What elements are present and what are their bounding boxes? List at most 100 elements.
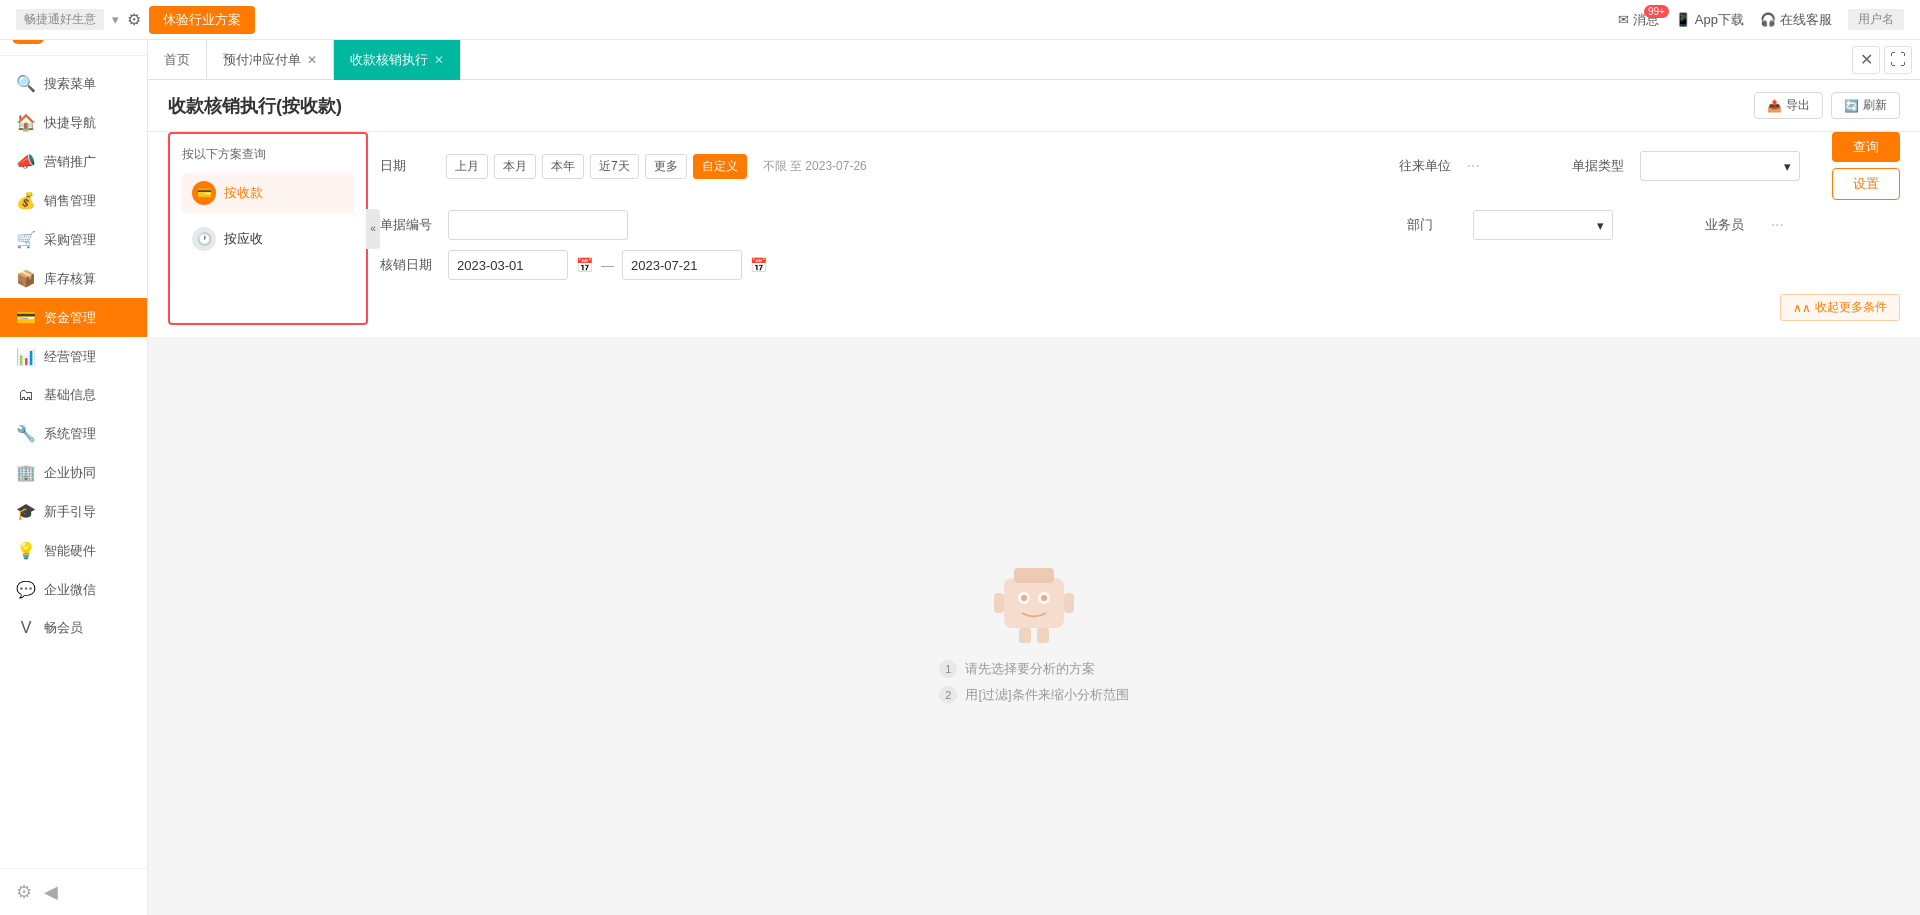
tab-prepay[interactable]: 预付冲应付单 ✕ <box>207 40 334 80</box>
settings-button[interactable]: 设置 <box>1832 168 1900 200</box>
message-button[interactable]: ✉ 消息 99+ <box>1618 11 1659 29</box>
collapse-up-icon: ∧∧ <box>1793 301 1811 315</box>
sidebar-item-hardware[interactable]: 💡 智能硬件 <box>0 531 147 570</box>
dropdown-arrow-icon[interactable]: ▾ <box>112 12 119 27</box>
tab-home[interactable]: 首页 <box>148 40 207 80</box>
online-service-button[interactable]: 🎧 在线客服 <box>1760 11 1832 29</box>
sidebar-item-enterprise[interactable]: 🏢 企业协同 <box>0 453 147 492</box>
top-bar-right: ✉ 消息 99+ 📱 App下载 🎧 在线客服 用户名 <box>1618 9 1904 30</box>
sales-label: 销售管理 <box>44 192 96 210</box>
collapse-sidebar-icon[interactable]: ◀ <box>44 881 58 903</box>
svg-rect-7 <box>1064 593 1074 613</box>
sidebar-item-shortcut[interactable]: 🏠 快捷导航 <box>0 103 147 142</box>
counterpart-label: 往来单位 <box>1399 157 1451 175</box>
bill-no-input[interactable] <box>448 210 628 240</box>
filter-right: 日期 上月 本月 本年 近7天 更多 自定义 不限 至 2023-07-26 往… <box>380 132 1900 325</box>
sidebar-item-guide[interactable]: 🎓 新手引导 <box>0 492 147 531</box>
industry-solution-button[interactable]: 休验行业方案 <box>149 6 255 34</box>
empty-hint-2: 2 用[过滤]条件来缩小分析范围 <box>939 686 1128 704</box>
date-filter-label: 日期 <box>380 157 430 175</box>
last-month-button[interactable]: 上月 <box>446 154 488 179</box>
empty-hints: 1 请先选择要分析的方案 2 用[过滤]条件来缩小分析范围 <box>939 660 1128 704</box>
calendar-end-icon[interactable]: 📅 <box>750 257 767 273</box>
hardware-label: 智能硬件 <box>44 542 96 560</box>
app-download-button[interactable]: 📱 App下载 <box>1675 11 1744 29</box>
this-year-button[interactable]: 本年 <box>542 154 584 179</box>
payable-filter-icon: 🕐 <box>192 227 216 251</box>
enterprise-icon: 🏢 <box>16 463 36 482</box>
filter-option-by-receipt[interactable]: 💳 按收款 <box>182 173 354 213</box>
svg-rect-1 <box>1014 568 1054 583</box>
hint-text-2: 用[过滤]条件来缩小分析范围 <box>965 686 1128 704</box>
sidebar-item-purchase[interactable]: 🛒 采购管理 <box>0 220 147 259</box>
tab-receipt[interactable]: 收款核销执行 ✕ <box>334 40 461 80</box>
verify-date-label: 核销日期 <box>380 256 432 274</box>
svg-rect-6 <box>994 593 1004 613</box>
sidebar-item-member[interactable]: V 畅会员 <box>0 609 147 647</box>
calendar-start-icon[interactable]: 📅 <box>576 257 593 273</box>
user-profile[interactable]: 用户名 <box>1848 9 1904 30</box>
verify-date-range: 📅 — 📅 <box>448 250 767 280</box>
more-date-button[interactable]: 更多 <box>645 154 687 179</box>
app-download-label: App下载 <box>1695 11 1744 29</box>
verify-date-start-input[interactable] <box>448 250 568 280</box>
svg-rect-8 <box>1019 628 1031 643</box>
page-title-row: 收款核销执行(按收款) 📤 导出 🔄 刷新 <box>168 92 1900 131</box>
filter-container: 按以下方案查询 💳 按收款 🕐 按应收 « 日期 上月 <box>168 132 1900 325</box>
department-select[interactable]: ▾ <box>1473 210 1613 240</box>
sidebar-item-inventory[interactable]: 📦 库存核算 <box>0 259 147 298</box>
expand-tab-button[interactable]: ⛶ <box>1884 46 1912 74</box>
salesman-input[interactable]: ··· <box>1771 216 1784 234</box>
sidebar-item-operation[interactable]: 📊 经营管理 <box>0 337 147 376</box>
filter-row-2: 单据编号 部门 ▾ 业务员 ··· <box>380 210 1900 240</box>
receipt-filter-icon: 💳 <box>192 181 216 205</box>
filter-sidebar: 按以下方案查询 💳 按收款 🕐 按应收 « <box>168 132 368 325</box>
bill-type-select[interactable]: ▾ <box>1640 151 1800 181</box>
enterprise-label: 企业协同 <box>44 464 96 482</box>
counterpart-input[interactable]: ··· <box>1467 157 1480 175</box>
collapse-more-button[interactable]: ∧∧ 收起更多条件 <box>1780 294 1900 321</box>
top-bar: 畅捷通好生意 ▾ ⚙ 休验行业方案 ✉ 消息 99+ 📱 App下载 🎧 在线客… <box>0 0 1920 40</box>
member-label: 畅会员 <box>44 619 83 637</box>
close-tab-button[interactable]: ✕ <box>1852 46 1880 74</box>
sidebar-item-wechat[interactable]: 💬 企业微信 <box>0 570 147 609</box>
hint-num-1: 1 <box>939 660 957 678</box>
filter-area: 按以下方案查询 💳 按收款 🕐 按应收 « 日期 上月 <box>148 132 1920 337</box>
date-range-text: 不限 至 2023-07-26 <box>763 158 867 175</box>
export-button[interactable]: 📤 导出 <box>1754 92 1823 119</box>
sidebar-item-basic[interactable]: 🗂 基础信息 <box>0 376 147 414</box>
query-button[interactable]: 查询 <box>1832 132 1900 162</box>
last-7days-button[interactable]: 近7天 <box>590 154 639 179</box>
tab-receipt-close-icon[interactable]: ✕ <box>434 53 444 67</box>
filter-sidebar-collapse[interactable]: « <box>366 209 380 249</box>
filter-receipt-label: 按收款 <box>224 184 263 202</box>
filter-option-by-payable[interactable]: 🕐 按应收 <box>182 219 354 259</box>
settings-icon[interactable]: ⚙ <box>16 881 32 903</box>
svg-rect-9 <box>1037 628 1049 643</box>
svg-point-4 <box>1021 595 1027 601</box>
date-quick-buttons: 上月 本月 本年 近7天 更多 自定义 <box>446 154 747 179</box>
gear-icon[interactable]: ⚙ <box>127 10 141 29</box>
verify-date-end-input[interactable] <box>622 250 742 280</box>
custom-date-button[interactable]: 自定义 <box>693 154 747 179</box>
tab-receipt-label: 收款核销执行 <box>350 51 428 69</box>
search-icon: 🔍 <box>16 74 36 93</box>
inventory-label: 库存核算 <box>44 270 96 288</box>
sidebar-item-marketing[interactable]: 📣 营销推广 <box>0 142 147 181</box>
mobile-icon: 📱 <box>1675 12 1691 27</box>
tab-prepay-close-icon[interactable]: ✕ <box>307 53 317 67</box>
sidebar-item-system[interactable]: 🔧 系统管理 <box>0 414 147 453</box>
empty-hint-1: 1 请先选择要分析的方案 <box>939 660 1128 678</box>
sidebar-item-finance[interactable]: 💳 资金管理 <box>0 298 147 337</box>
top-bar-left: 畅捷通好生意 ▾ ⚙ 休验行业方案 <box>16 6 1618 34</box>
filter-row-3: 核销日期 📅 — 📅 <box>380 250 1900 280</box>
sidebar-item-search[interactable]: 🔍 搜索菜单 <box>0 64 147 103</box>
finance-label: 资金管理 <box>44 309 96 327</box>
page-header: 收款核销执行(按收款) 📤 导出 🔄 刷新 <box>148 80 1920 132</box>
sidebar-nav: 🔍 搜索菜单 🏠 快捷导航 📣 营销推广 💰 销售管理 🛒 采购管理 📦 库存核… <box>0 56 147 868</box>
this-month-button[interactable]: 本月 <box>494 154 536 179</box>
sidebar-item-sales[interactable]: 💰 销售管理 <box>0 181 147 220</box>
operation-label: 经营管理 <box>44 348 96 366</box>
operation-icon: 📊 <box>16 347 36 366</box>
refresh-button[interactable]: 🔄 刷新 <box>1831 92 1900 119</box>
